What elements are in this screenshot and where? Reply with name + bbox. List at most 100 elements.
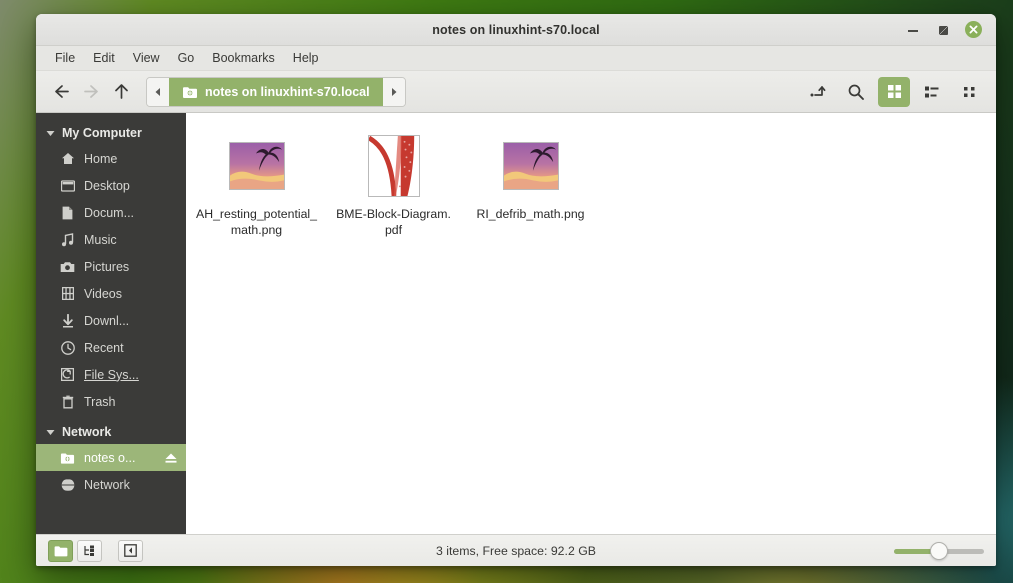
slider-knob[interactable] (930, 541, 948, 560)
sidebar-group-label: My Computer (62, 126, 142, 140)
breadcrumb-next-button[interactable] (382, 77, 405, 106)
menu-help[interactable]: Help (284, 48, 328, 68)
sidebar-item-home[interactable]: Home (36, 145, 186, 172)
sidebar-item-label: Recent (84, 340, 124, 355)
pdf-document-icon (368, 136, 419, 196)
icon-view-button[interactable] (878, 76, 910, 107)
toggle-path-entry-button[interactable] (802, 77, 834, 107)
sidebar-item-network[interactable]: Network (36, 471, 186, 498)
sidebar-item-music[interactable]: Music (36, 226, 186, 253)
toggle-path-entry-icon (810, 85, 826, 96)
compact-view-icon (964, 86, 975, 97)
sidebar-item-videos[interactable]: Videos (36, 280, 186, 307)
close-button[interactable] (965, 21, 982, 38)
eject-icon[interactable] (164, 452, 178, 464)
sidebar-item-label: Home (84, 151, 118, 166)
toolbar-right-buttons (802, 76, 986, 107)
menubar: File Edit View Go Bookmarks Help (36, 46, 996, 71)
sidebar-item-trash[interactable]: Trash (36, 388, 186, 415)
sidebar-item-notes-share[interactable]: notes o... (36, 444, 186, 471)
filesystem-icon (60, 368, 75, 381)
back-button[interactable] (46, 78, 76, 106)
sidebar-item-label: Downl... (84, 313, 130, 328)
back-icon (54, 85, 69, 98)
sidebar-item-recent[interactable]: Recent (36, 334, 186, 361)
sidebar-item-pictures[interactable]: Pictures (36, 253, 186, 280)
window-controls (905, 21, 996, 38)
file-item[interactable]: RI_defrib_math.png (464, 129, 597, 246)
clock-icon (60, 340, 75, 355)
forward-button[interactable] (76, 78, 106, 106)
chevron-right-icon (391, 87, 397, 96)
search-icon (848, 84, 864, 100)
menu-view[interactable]: View (124, 48, 169, 68)
globe-icon (60, 477, 75, 492)
sunset-palm-thumbnail-icon (503, 143, 558, 189)
sidebar-item-documents[interactable]: Docum... (36, 199, 186, 226)
list-view-button[interactable] (916, 77, 948, 107)
sidebar-item-desktop[interactable]: Desktop (36, 172, 186, 199)
sidebar-item-label: File Sys... (84, 367, 139, 382)
sunset-palm-thumbnail-icon (229, 143, 284, 189)
image-thumbnail (228, 142, 285, 190)
sidebar-item-label: Docum... (84, 205, 135, 220)
file-name: AH_resting_potential_math.png (196, 207, 317, 237)
trash-icon (60, 395, 75, 409)
maximize-button[interactable] (935, 22, 951, 38)
breadcrumb-prev-button[interactable] (147, 77, 169, 106)
compact-view-button[interactable] (954, 77, 986, 107)
image-thumbnail (502, 142, 559, 190)
menu-go[interactable]: Go (169, 48, 204, 68)
sidebar-item-label: Music (84, 232, 117, 247)
document-icon (60, 206, 75, 220)
sidebar-item-label: Network (84, 477, 130, 492)
breadcrumb-current[interactable]: notes on linuxhint-s70.local (169, 77, 383, 106)
search-button[interactable] (840, 77, 872, 107)
menu-edit[interactable]: Edit (84, 48, 124, 68)
list-view-icon (925, 86, 939, 97)
sidebar-group-label: Network (62, 425, 112, 439)
thumbnail-wrap (228, 135, 285, 197)
sidebar-item-downloads[interactable]: Downl... (36, 307, 186, 334)
status-text: 3 items, Free space: 92.2 GB (436, 543, 596, 558)
film-icon (60, 287, 75, 300)
sidebar: My Computer Home Desktop Docum... Music … (36, 113, 186, 534)
zoom-slider[interactable] (894, 541, 984, 560)
sidebar-item-label: Videos (84, 286, 122, 301)
statusbar: 3 items, Free space: 92.2 GB (36, 534, 996, 566)
chevron-down-icon (46, 130, 55, 136)
breadcrumb: notes on linuxhint-s70.local (146, 76, 406, 107)
download-icon (60, 313, 75, 328)
menu-bookmarks[interactable]: Bookmarks (203, 48, 284, 68)
forward-icon (83, 85, 98, 98)
file-name: RI_defrib_math.png (476, 207, 585, 221)
up-button[interactable] (106, 78, 136, 106)
window-title: notes on linuxhint-s70.local (432, 22, 600, 37)
camera-icon (60, 261, 75, 273)
chevron-left-icon (155, 87, 160, 96)
sidebar-group-network[interactable]: Network (36, 420, 186, 444)
icon-view-icon (887, 85, 901, 98)
home-icon (60, 152, 75, 165)
file-item[interactable]: AH_resting_potential_math.png (190, 129, 323, 246)
sidebar-item-label: Trash (84, 394, 116, 409)
content-area: My Computer Home Desktop Docum... Music … (36, 113, 996, 534)
menu-file[interactable]: File (46, 48, 84, 68)
up-icon (114, 84, 128, 99)
desktop-icon (60, 179, 75, 192)
chevron-down-icon (46, 429, 55, 435)
minimize-button[interactable] (905, 22, 921, 38)
file-item[interactable]: BME-Block-Diagram.pdf (327, 129, 460, 246)
breadcrumb-current-label: notes on linuxhint-s70.local (205, 84, 370, 99)
pdf-thumbnail (367, 135, 420, 197)
file-list[interactable]: AH_resting_potential_math.png BME-Block-… (186, 113, 996, 534)
sidebar-group-my-computer[interactable]: My Computer (36, 121, 186, 145)
titlebar: notes on linuxhint-s70.local (36, 14, 996, 46)
sidebar-item-label: Desktop (84, 178, 130, 193)
sidebar-item-label: notes o... (84, 450, 136, 465)
thumbnail-wrap (502, 135, 559, 197)
toolbar: notes on linuxhint-s70.local (36, 71, 996, 113)
sidebar-item-file-system[interactable]: File Sys... (36, 361, 186, 388)
network-folder-icon (60, 451, 75, 465)
sidebar-item-label: Pictures (84, 259, 130, 274)
